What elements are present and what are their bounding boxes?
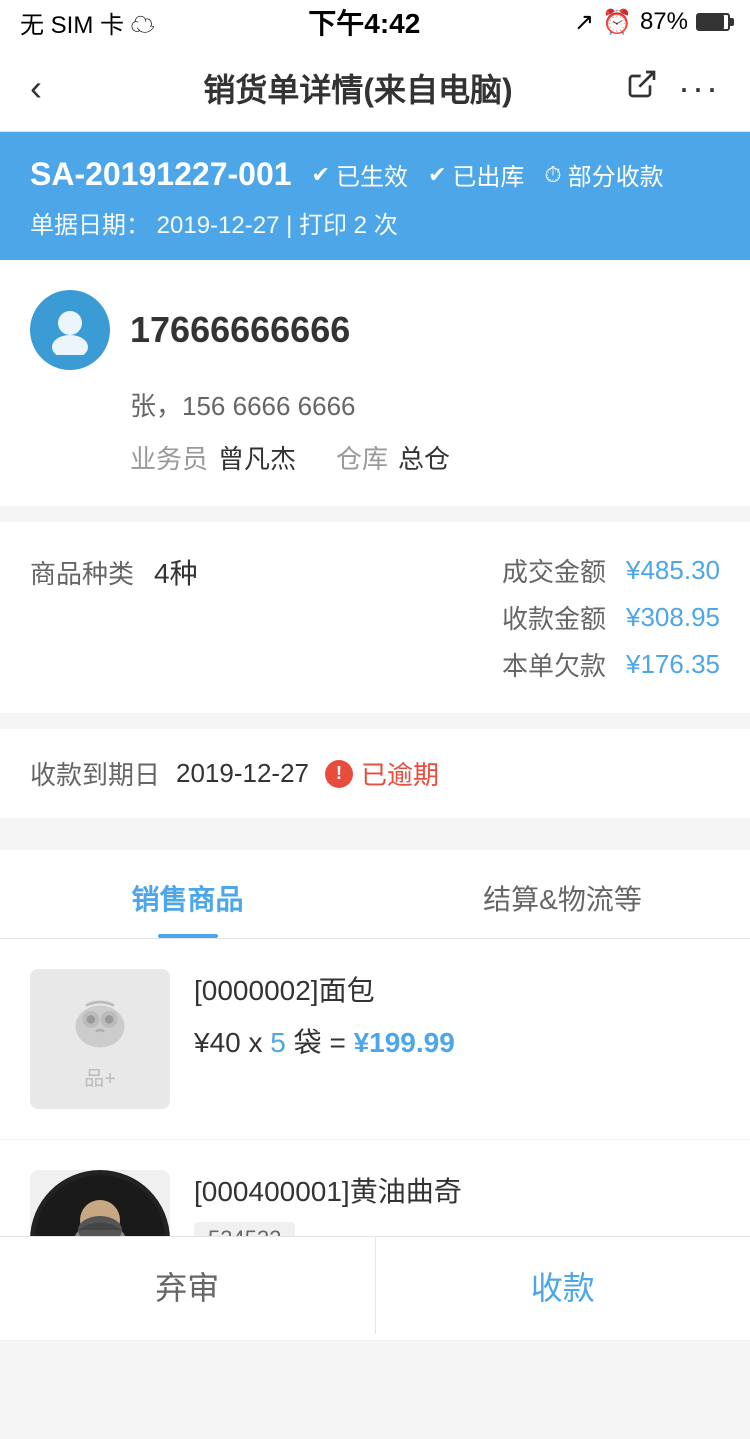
confirm-button[interactable]: 收款 xyxy=(376,1237,750,1334)
page-title: 销货单详情(来自电脑) xyxy=(90,65,626,111)
sales-value: 曾凡杰 xyxy=(218,439,296,476)
product-x-1: x xyxy=(249,1027,271,1058)
sales-label: 业务员 xyxy=(130,439,208,476)
due-date-value: 2019-12-27 xyxy=(176,758,309,789)
warehouse-meta: 仓库 总仓 xyxy=(336,439,450,476)
badge-effective: ✔ 已生效 xyxy=(312,157,408,192)
badge-shipped: ✔ 已出库 xyxy=(428,157,524,192)
debt-value: ¥176.35 xyxy=(626,649,720,680)
check-icon-1: ✔ xyxy=(312,162,330,188)
nav-bar: ‹ 销货单详情(来自电脑) ··· xyxy=(0,44,750,132)
debt-label: 本单欠款 xyxy=(502,646,606,683)
received-label: 收款金额 xyxy=(502,599,606,636)
overdue-badge: ! 已逾期 xyxy=(325,755,439,792)
debt-row: 本单欠款 ¥176.35 xyxy=(502,646,720,683)
no-sim-text: 无 SIM 卡 ☁ xyxy=(20,5,155,40)
back-button[interactable]: ‹ xyxy=(30,67,90,109)
customer-section: 17666666666 张，156 6666 6666 业务员 曾凡杰 仓库 总… xyxy=(0,260,750,506)
deal-row: 成交金额 ¥485.30 xyxy=(502,552,720,589)
customer-detail: 张，156 6666 6666 xyxy=(30,386,720,423)
date-value: 2019-12-27 xyxy=(157,212,280,239)
tab-products[interactable]: 销售商品 xyxy=(0,850,375,938)
due-date-label: 收款到期日 xyxy=(30,755,160,792)
customer-phone: 17666666666 xyxy=(130,309,350,351)
overdue-icon: ! xyxy=(325,760,353,788)
more-icon[interactable]: ··· xyxy=(678,67,720,109)
avatar xyxy=(30,290,110,370)
warehouse-label: 仓库 xyxy=(336,439,388,476)
product-name-1: [0000002]面包 xyxy=(194,969,720,1009)
received-value: ¥308.95 xyxy=(626,602,720,633)
customer-row: 17666666666 xyxy=(30,290,720,370)
badge-partial: ⏱ 部分收款 xyxy=(544,157,663,192)
product-total-1: ¥199.99 xyxy=(354,1027,455,1058)
customer-meta: 业务员 曾凡杰 仓库 总仓 xyxy=(30,439,720,476)
product-eq-1: = xyxy=(329,1027,353,1058)
battery-level: 87% xyxy=(640,8,688,36)
due-date-section: 收款到期日 2019-12-27 ! 已逾期 xyxy=(0,729,750,818)
separator-pipe: | xyxy=(286,212,299,239)
bottom-bar: 弃审 收款 xyxy=(0,1236,750,1334)
clock-icon: ⏱ xyxy=(544,162,561,188)
overdue-text: 已逾期 xyxy=(361,755,439,792)
product-info-1: [0000002]面包 ¥40 x 5 袋 = ¥199.99 xyxy=(194,969,720,1061)
deal-label: 成交金额 xyxy=(502,552,606,589)
category-value: 4种 xyxy=(154,552,198,592)
stats-right: 成交金额 ¥485.30 收款金额 ¥308.95 本单欠款 ¥176.35 xyxy=(502,552,720,683)
tab-settlement[interactable]: 结算&物流等 xyxy=(375,850,750,938)
share-icon[interactable] xyxy=(626,68,658,108)
category-label: 商品种类 xyxy=(30,554,134,591)
stats-section: 商品种类 4种 成交金额 ¥485.30 收款金额 ¥308.95 本单欠款 ¥… xyxy=(0,522,750,713)
print-text: 打印 2 次 xyxy=(299,212,398,239)
status-time: 下午4:42 xyxy=(308,2,420,42)
alarm-icon: ⏰ xyxy=(602,8,632,37)
header-banner-bottom: 单据日期： 2019-12-27 | 打印 2 次 xyxy=(30,205,720,240)
status-left: 无 SIM 卡 ☁ xyxy=(20,5,155,40)
status-bar: 无 SIM 卡 ☁ 下午4:42 ↗ ⏰ 87% xyxy=(0,0,750,44)
separator-1 xyxy=(0,818,750,834)
sales-meta: 业务员 曾凡杰 xyxy=(130,439,296,476)
tabs-section: 销售商品 结算&物流等 xyxy=(0,850,750,939)
header-banner-top: SA-20191227-001 ✔ 已生效 ✔ 已出库 ⏱ 部分收款 xyxy=(30,156,720,193)
badge-shipped-text: 已出库 xyxy=(452,157,524,192)
product-price-1: ¥40 xyxy=(194,1027,241,1058)
badge-partial-text: 部分收款 xyxy=(568,157,664,192)
stats-left: 商品种类 4种 xyxy=(30,552,198,592)
battery-icon xyxy=(696,13,730,31)
received-row: 收款金额 ¥308.95 xyxy=(502,599,720,636)
product-image-1: 品+ xyxy=(30,969,170,1109)
status-right: ↗ ⏰ 87% xyxy=(574,8,730,37)
order-id: SA-20191227-001 xyxy=(30,156,292,193)
warehouse-value: 总仓 xyxy=(398,439,450,476)
header-banner: SA-20191227-001 ✔ 已生效 ✔ 已出库 ⏱ 部分收款 单据日期：… xyxy=(0,132,750,260)
deal-value: ¥485.30 xyxy=(626,555,720,586)
nav-actions: ··· xyxy=(626,67,720,109)
date-label: 单据日期： xyxy=(30,212,150,239)
product-qty-1: 5 xyxy=(270,1027,286,1058)
product-item-1: 品+ [0000002]面包 ¥40 x 5 袋 = ¥199.99 xyxy=(0,939,750,1140)
product-name-2: [000400001]黄油曲奇 xyxy=(194,1170,720,1210)
cancel-button[interactable]: 弃审 xyxy=(0,1237,376,1334)
badge-effective-text: 已生效 xyxy=(336,157,408,192)
product-pricing-1: ¥40 x 5 袋 = ¥199.99 xyxy=(194,1021,720,1061)
check-icon-2: ✔ xyxy=(428,162,446,188)
location-icon: ↗ xyxy=(574,8,594,37)
product-unit-1: 袋 xyxy=(294,1027,322,1058)
